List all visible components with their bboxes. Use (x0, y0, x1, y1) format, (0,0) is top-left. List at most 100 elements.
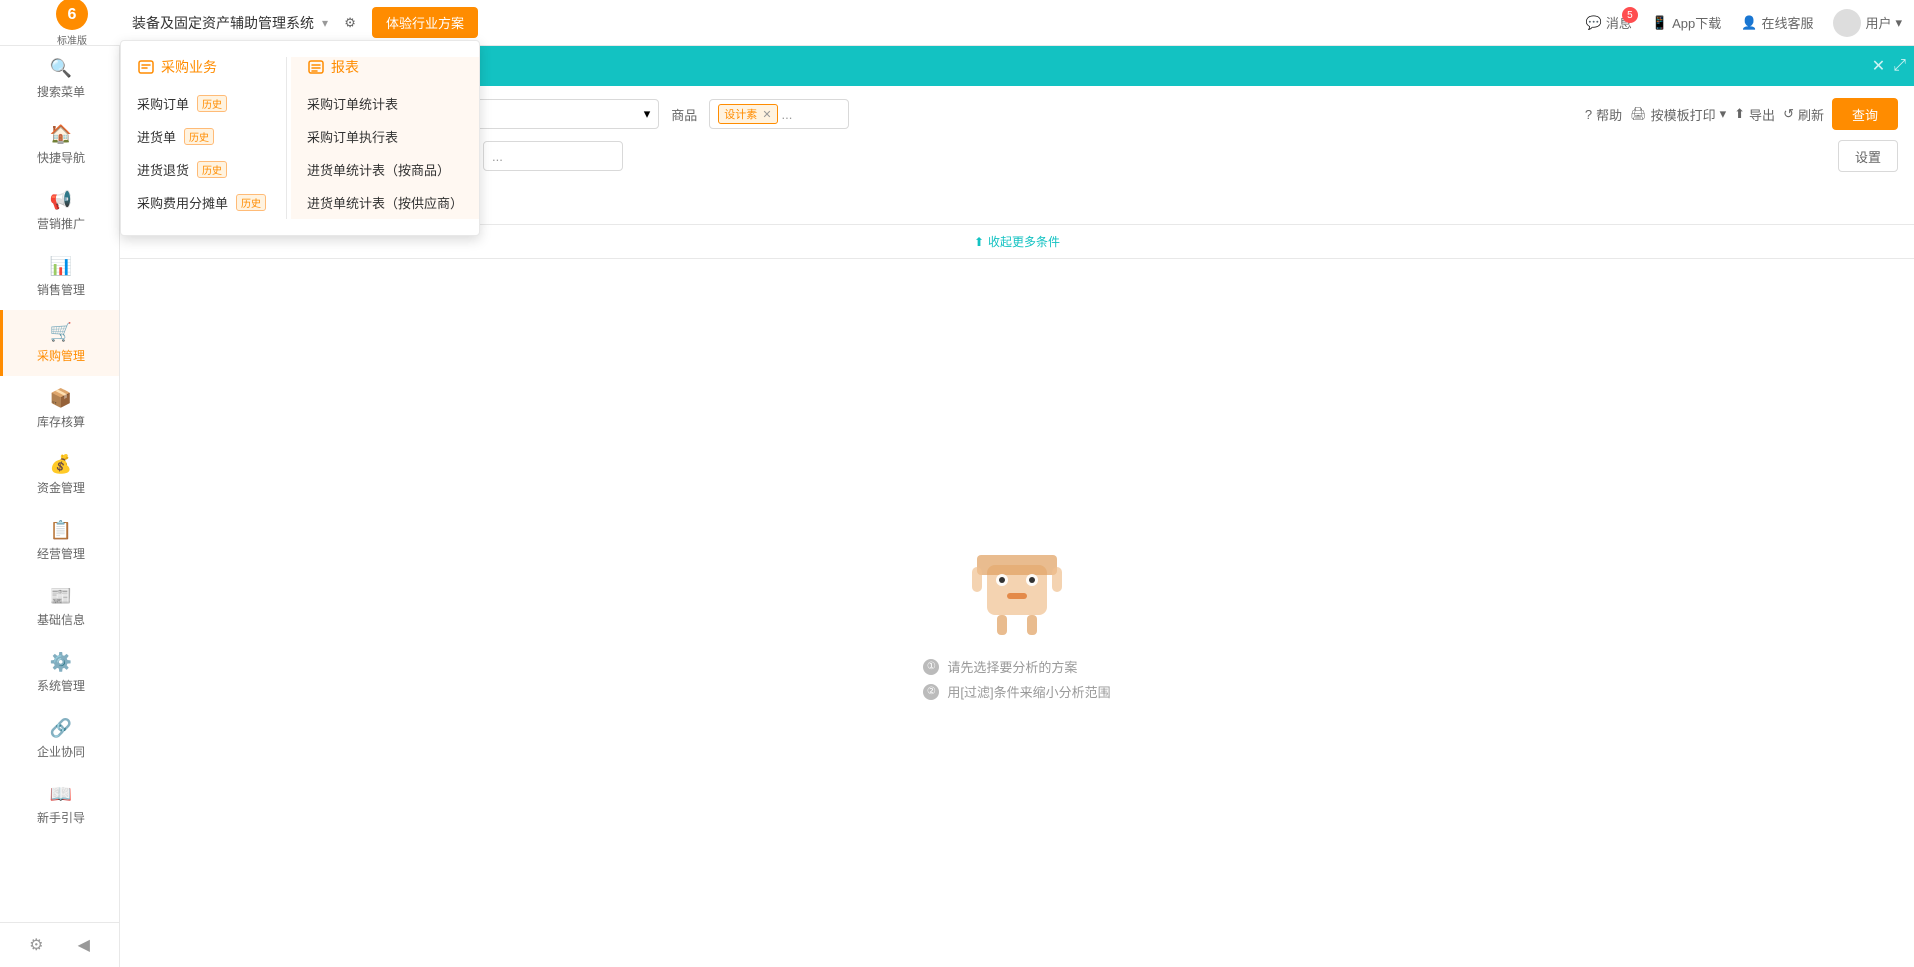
sidebar-item-marketing[interactable]: 📢 营销推广 (0, 178, 119, 244)
sidebar-label-finance: 资金管理 (37, 479, 85, 496)
sidebar-label-guide: 新手引导 (37, 809, 85, 826)
home-icon: 🏠 (50, 124, 72, 145)
salesperson-more-dots[interactable]: ... (492, 149, 503, 164)
sidebar-item-finance[interactable]: 💰 资金管理 (0, 442, 119, 508)
empty-state: ① 请先选择要分析的方案 ② 用[过滤]条件来缩小分析范围 (120, 259, 1914, 967)
help-link[interactable]: ? 帮助 (1585, 105, 1622, 124)
purchase-dropdown-menu: 采购业务 采购订单 历史 进货单 历史 进货退货 历史 采购费用分摊单 历史 (120, 40, 480, 236)
export-icon: ⬆ (1734, 106, 1745, 122)
dropdown-item-purchase-order[interactable]: 采购订单 历史 (137, 87, 266, 120)
empty-hint-1: ① 请先选择要分析的方案 (923, 657, 1110, 676)
toolbar-right: ? 帮助 🖨 按模板打印 ▾ ⬆ 导出 ↺ 刷新 (1585, 98, 1898, 130)
setting-btn[interactable]: 设置 (1838, 140, 1898, 172)
query-btn[interactable]: 查询 (1832, 98, 1898, 130)
finance-icon: 💰 (50, 454, 72, 475)
dropdown-item-incoming-stats-goods[interactable]: 进货单统计表（按商品） (307, 153, 463, 186)
sidebar-item-system[interactable]: ⚙️ 系统管理 (0, 640, 119, 706)
empty-illustration (957, 525, 1077, 645)
sidebar-item-basic-info[interactable]: 📰 基础信息 (0, 574, 119, 640)
logo-subtitle: 标准版 (57, 32, 87, 47)
sidebar-item-purchase[interactable]: 🛒 采购管理 (0, 310, 119, 376)
sidebar-label-system: 系统管理 (37, 677, 85, 694)
report-section-title: 报表 (307, 57, 463, 77)
dropdown-item-purchase-order-stats[interactable]: 采购订单统计表 (307, 87, 463, 120)
dropdown-item-expense[interactable]: 采购费用分摊单 历史 (137, 186, 266, 219)
sidebar-item-operations[interactable]: 📋 经营管理 (0, 508, 119, 574)
app-download-btn[interactable]: 📱 App下载 (1652, 13, 1721, 32)
system-title-area: 装备及固定资产辅助管理系统 ▾ ⚙ 体验行业方案 (132, 7, 1586, 38)
sidebar-label-marketing: 营销推广 (37, 215, 85, 232)
report-section: 报表 采购订单统计表 采购订单执行表 进货单统计表（按商品） 进货单统计表（按供… (291, 57, 479, 219)
system-gear-icon[interactable]: ⚙ (336, 9, 364, 37)
salesperson-filter[interactable]: ... (483, 141, 623, 171)
system-dropdown-arrow[interactable]: ▾ (322, 16, 328, 30)
logo-icon: 6 (56, 0, 88, 30)
settings-bottom-icon[interactable]: ⚙ (29, 935, 43, 955)
dropdown-item-incoming-stats-supplier[interactable]: 进货单统计表（按供应商） (307, 186, 463, 219)
sidebar-label-purchase: 采购管理 (37, 347, 85, 364)
goods-filter[interactable]: 设计素 ✕ ... (709, 99, 849, 129)
sidebar-item-sales[interactable]: 📊 销售管理 (0, 244, 119, 310)
purchase-section: 采购业务 采购订单 历史 进货单 历史 进货退货 历史 采购费用分摊单 历史 (121, 57, 282, 219)
notification-badge: 5 (1622, 7, 1638, 23)
setting-btn-area: 设置 (1838, 140, 1898, 172)
tab-close-all-icon[interactable]: ✕ (1872, 56, 1885, 76)
sidebar-label-operations: 经营管理 (37, 545, 85, 562)
sidebar-bottom: ⚙ ◀ (0, 922, 119, 967)
expense-label: 采购费用分摊单 (137, 193, 228, 212)
dropdown-sections: 采购业务 采购订单 历史 进货单 历史 进货退货 历史 采购费用分摊单 历史 (121, 53, 479, 223)
sidebar-label-inventory: 库存核算 (37, 413, 85, 430)
sidebar-label-basic-info: 基础信息 (37, 611, 85, 628)
return-history-badge: 历史 (197, 161, 227, 178)
svg-text:6: 6 (68, 6, 77, 23)
app-download-label: App下载 (1672, 13, 1721, 32)
dropdown-item-purchase-order-exec[interactable]: 采购订单执行表 (307, 120, 463, 153)
refresh-link[interactable]: ↺ 刷新 (1783, 105, 1824, 124)
goods-tag-close[interactable]: ✕ (762, 109, 771, 121)
export-link[interactable]: ⬆ 导出 (1734, 105, 1775, 124)
print-arrow: ▾ (1720, 106, 1727, 122)
industry-btn[interactable]: 体验行业方案 (372, 7, 478, 38)
operations-icon: 📋 (50, 520, 72, 541)
user-label: 用户 (1865, 13, 1891, 32)
online-service-btn[interactable]: 👤 在线客服 (1741, 13, 1813, 32)
sidebar-item-search[interactable]: 🔍 搜索菜单 (0, 46, 119, 112)
enterprise-icon: 🔗 (50, 718, 72, 739)
guide-icon: 📖 (50, 784, 72, 805)
sidebar-label-quick-nav: 快捷导航 (37, 149, 85, 166)
header-right: 💬 消息 5 📱 App下载 👤 在线客服 用户 ▾ (1586, 9, 1902, 37)
goods-tag: 设计素 ✕ (718, 104, 777, 124)
goods-label: 商品 (671, 105, 697, 124)
dropdown-item-return[interactable]: 进货退货 历史 (137, 153, 266, 186)
print-link[interactable]: 🖨 按模板打印 ▾ (1630, 105, 1726, 124)
tab-fullscreen-icon[interactable]: ⤢ (1893, 57, 1906, 75)
return-label: 进货退货 (137, 160, 189, 179)
message-icon: 💬 (1586, 15, 1602, 31)
sidebar-label-sales: 销售管理 (37, 281, 85, 298)
sidebar-item-inventory[interactable]: 📦 库存核算 (0, 376, 119, 442)
user-btn[interactable]: 用户 ▾ (1833, 9, 1902, 37)
empty-hints: ① 请先选择要分析的方案 ② 用[过滤]条件来缩小分析范围 (923, 657, 1110, 701)
tab-bar-right: ✕ ⤢ (1872, 56, 1906, 76)
online-service-label: 在线客服 (1761, 13, 1813, 32)
message-btn[interactable]: 💬 消息 5 (1586, 13, 1632, 32)
sidebar-item-guide[interactable]: 📖 新手引导 (0, 772, 119, 838)
search-icon: 🔍 (50, 58, 72, 79)
sidebar-item-quick-nav[interactable]: 🏠 快捷导航 (0, 112, 119, 178)
collapse-up-icon: ⬆ (974, 235, 984, 249)
goods-more-dots[interactable]: ... (782, 107, 793, 122)
basic-info-icon: 📰 (50, 586, 72, 607)
sidebar-label-enterprise: 企业协同 (37, 743, 85, 760)
system-icon: ⚙️ (50, 652, 72, 673)
report-section-icon (307, 58, 325, 76)
dropdown-item-incoming-order[interactable]: 进货单 历史 (137, 120, 266, 153)
expense-history-badge: 历史 (236, 194, 266, 211)
sidebar-item-enterprise[interactable]: 🔗 企业协同 (0, 706, 119, 772)
collapse-sidebar-icon[interactable]: ◀ (78, 935, 90, 955)
sidebar: 🔍 搜索菜单 🏠 快捷导航 📢 营销推广 📊 销售管理 🛒 采购管理 📦 库存核… (0, 46, 120, 967)
hint-dot-1: ① (923, 659, 939, 675)
marketing-icon: 📢 (50, 190, 72, 211)
purchase-section-title: 采购业务 (137, 57, 266, 77)
user-avatar (1833, 9, 1861, 37)
user-dropdown-arrow: ▾ (1895, 15, 1902, 31)
